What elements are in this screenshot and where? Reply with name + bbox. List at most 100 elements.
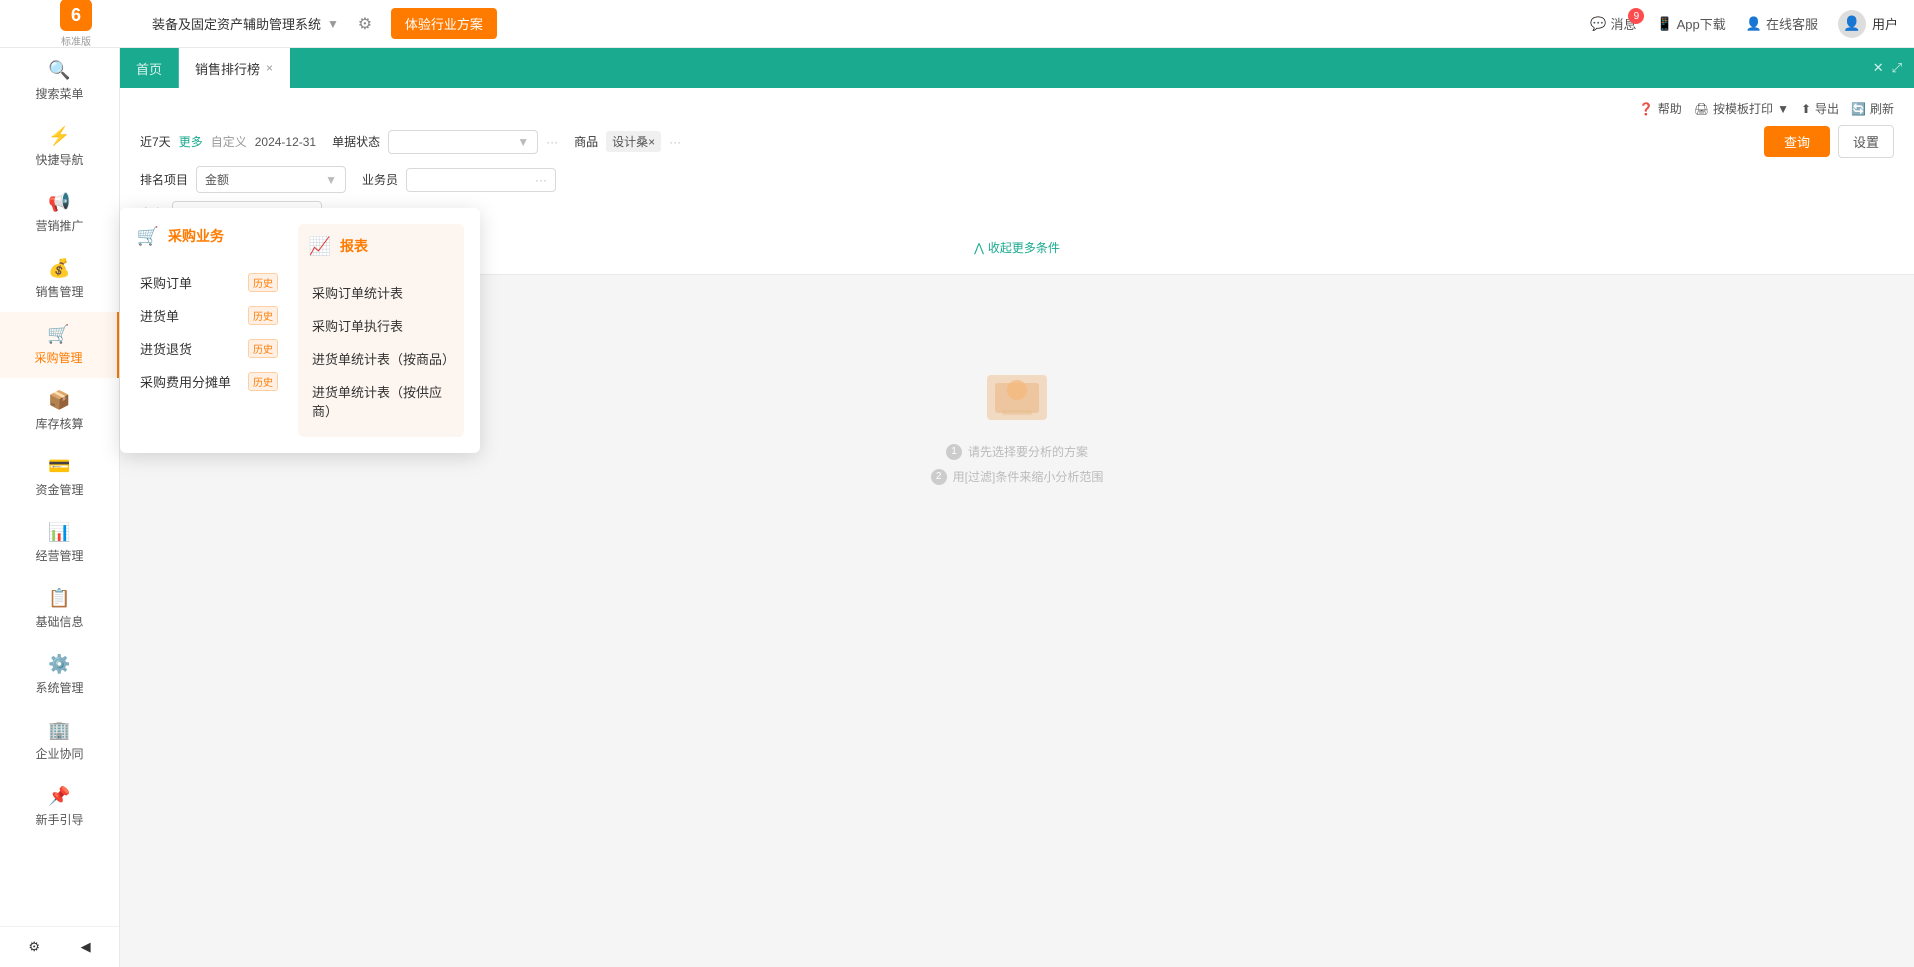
- print-dropdown-arrow[interactable]: ▼: [1777, 102, 1789, 116]
- service-icon: 👤: [1746, 16, 1762, 32]
- message-icon: 💬: [1590, 16, 1606, 32]
- search-icon: 🔍: [48, 60, 70, 81]
- maximize-icon[interactable]: ⤢: [1892, 60, 1902, 76]
- sidebar-item-sales[interactable]: 💰 销售管理: [0, 246, 119, 312]
- sidebar-item-nav[interactable]: ⚡ 快捷导航: [0, 114, 119, 180]
- sidebar-item-finance[interactable]: 💳 资金管理: [0, 444, 119, 510]
- sidebar-collapse-icon[interactable]: ◀: [81, 939, 91, 955]
- print-btn[interactable]: 🖨 按模板打印 ▼: [1694, 100, 1789, 117]
- date-more[interactable]: 更多: [179, 133, 203, 150]
- sidebar-item-guide[interactable]: 📌 新手引导: [0, 774, 119, 840]
- minimize-icon[interactable]: ✕: [1873, 60, 1884, 76]
- system-dropdown-arrow[interactable]: ▼: [327, 17, 339, 31]
- operations-icon: 📊: [48, 522, 70, 543]
- incoming-stats-supplier-item[interactable]: 进货单统计表（按供应商）: [308, 375, 454, 427]
- purchase-col-title: 采购业务: [168, 226, 224, 246]
- step-1-text: 请先选择要分析的方案: [968, 443, 1088, 460]
- query-btn[interactable]: 查询: [1764, 126, 1830, 157]
- sidebar-item-basic[interactable]: 📋 基础信息: [0, 576, 119, 642]
- sidebar-item-enterprise[interactable]: 🏢 企业协同: [0, 708, 119, 774]
- sidebar-label-purchase: 采购管理: [34, 349, 82, 366]
- sidebar-label-basic: 基础信息: [35, 613, 83, 630]
- return-goods-badge: 历史: [248, 339, 278, 358]
- tab-window-controls: ✕ ⤢: [1861, 48, 1914, 88]
- filter-row-1: 近7天 更多 自定义 2024-12-31 单据状态 ▼ ···: [140, 125, 1894, 158]
- sidebar-settings-icon[interactable]: ⚙: [28, 939, 40, 955]
- tab-sales-rank[interactable]: 销售排行榜 ×: [179, 48, 290, 88]
- tab-close-icon[interactable]: ×: [266, 61, 273, 75]
- sidebar-item-search[interactable]: 🔍 搜索菜单: [0, 48, 119, 114]
- voucher-status-filter: 单据状态 ▼ ···: [332, 130, 558, 154]
- voucher-status-arrow: ▼: [517, 135, 529, 149]
- date-custom[interactable]: 自定义: [211, 133, 247, 150]
- sidebar-item-operations[interactable]: 📊 经营管理: [0, 510, 119, 576]
- collapse-icon: ⋀: [974, 241, 984, 255]
- filter-row-2: 排名项目 金额 ▼ 业务员 ···: [140, 166, 1894, 193]
- refresh-label: 刷新: [1870, 100, 1894, 117]
- system-title-area[interactable]: 装备及固定资产辅助管理系统 ▼: [152, 14, 339, 33]
- goods-dots[interactable]: ···: [669, 135, 681, 149]
- refresh-btn[interactable]: 🔄 刷新: [1851, 100, 1894, 117]
- basic-icon: 📋: [48, 588, 70, 609]
- print-icon: 🖨: [1694, 102, 1709, 116]
- top-bar: 6 标准版 装备及固定资产辅助管理系统 ▼ ⚙ 体验行业方案 💬 消息 9 📱 …: [0, 0, 1914, 48]
- step-2-num: 2: [931, 469, 947, 485]
- help-icon: ❓: [1639, 102, 1654, 116]
- expense-item[interactable]: 采购费用分摊单 历史: [136, 365, 282, 398]
- return-goods-label: 进货退货: [140, 339, 192, 358]
- incoming-order-item[interactable]: 进货单 历史: [136, 299, 282, 332]
- export-btn[interactable]: ⬆ 导出: [1801, 100, 1839, 117]
- content-area: 首页 销售排行榜 × ✕ ⤢ ❓ 帮助: [120, 48, 1914, 967]
- user-avatar: 👤: [1838, 10, 1866, 38]
- incoming-order-badge: 历史: [248, 306, 278, 325]
- sidebar-item-system[interactable]: ⚙️ 系统管理: [0, 642, 119, 708]
- voucher-status-select[interactable]: ▼: [388, 130, 538, 154]
- online-service-btn[interactable]: 👤 在线客服: [1746, 14, 1818, 33]
- voucher-status-dots[interactable]: ···: [546, 135, 558, 149]
- empty-step-1: 1 请先选择要分析的方案: [946, 443, 1088, 460]
- incoming-order-label: 进货单: [140, 306, 179, 325]
- goods-tag: 设计桑×: [606, 131, 661, 152]
- purchase-col: 🛒 采购业务 采购订单 历史 进货单 历史 进货退货 历史: [136, 224, 282, 437]
- help-btn[interactable]: ❓ 帮助: [1639, 100, 1682, 117]
- sidebar-item-purchase[interactable]: 🛒 采购管理: [0, 312, 119, 378]
- logo-icon: 6: [60, 0, 92, 31]
- sidebar-item-inventory[interactable]: 📦 库存核算: [0, 378, 119, 444]
- purchase-dropdown-menu: 🛒 采购业务 采购订单 历史 进货单 历史 进货退货 历史: [120, 208, 480, 453]
- return-goods-item[interactable]: 进货退货 历史: [136, 332, 282, 365]
- settings-icon[interactable]: ⚙: [351, 10, 379, 38]
- system-title: 装备及固定资产辅助管理系统: [152, 14, 321, 33]
- tab-bar: 首页 销售排行榜 × ✕ ⤢: [120, 48, 1914, 88]
- export-icon: ⬆: [1801, 102, 1811, 116]
- sidebar-label-inventory: 库存核算: [35, 415, 83, 432]
- sidebar-label-nav: 快捷导航: [35, 151, 83, 168]
- app-download-btn[interactable]: 📱 App下载: [1656, 14, 1725, 33]
- industry-btn[interactable]: 体验行业方案: [391, 8, 497, 39]
- tab-spacer: [290, 48, 1861, 88]
- empty-icon: [967, 355, 1067, 435]
- goods-tag-value: 设计桑×: [612, 133, 655, 150]
- sidebar-item-marketing[interactable]: 📢 营销推广: [0, 180, 119, 246]
- marketing-icon: 📢: [48, 192, 70, 213]
- po-exec-item[interactable]: 采购订单执行表: [308, 309, 454, 342]
- rank-select[interactable]: 金额 ▼: [196, 166, 346, 193]
- empty-step-2: 2 用[过滤]条件来缩小分析范围: [931, 468, 1104, 485]
- message-btn[interactable]: 💬 消息 9: [1590, 14, 1636, 33]
- rank-filter: 排名项目 金额 ▼: [140, 166, 346, 193]
- date-value: 2024-12-31: [255, 135, 316, 149]
- purchase-order-item[interactable]: 采购订单 历史: [136, 266, 282, 299]
- user-area[interactable]: 👤 用户: [1838, 10, 1898, 38]
- salesperson-select[interactable]: ···: [406, 168, 556, 192]
- tab-home[interactable]: 首页: [120, 48, 179, 88]
- incoming-stats-supplier-label: 进货单统计表（按供应商）: [312, 382, 450, 420]
- purchase-col-header: 🛒 采购业务: [136, 224, 282, 254]
- salesperson-filter: 业务员 ···: [362, 168, 556, 192]
- po-stats-item[interactable]: 采购订单统计表: [308, 276, 454, 309]
- message-badge: 9: [1628, 8, 1644, 24]
- sidebar-label-finance: 资金管理: [35, 481, 83, 498]
- sidebar-label-enterprise: 企业协同: [35, 745, 83, 762]
- incoming-stats-goods-item[interactable]: 进货单统计表（按商品）: [308, 342, 454, 375]
- goods-filter: 商品 设计桑× ···: [574, 131, 681, 152]
- setting-btn[interactable]: 设置: [1838, 125, 1894, 158]
- report-col-title: 报表: [340, 236, 368, 256]
